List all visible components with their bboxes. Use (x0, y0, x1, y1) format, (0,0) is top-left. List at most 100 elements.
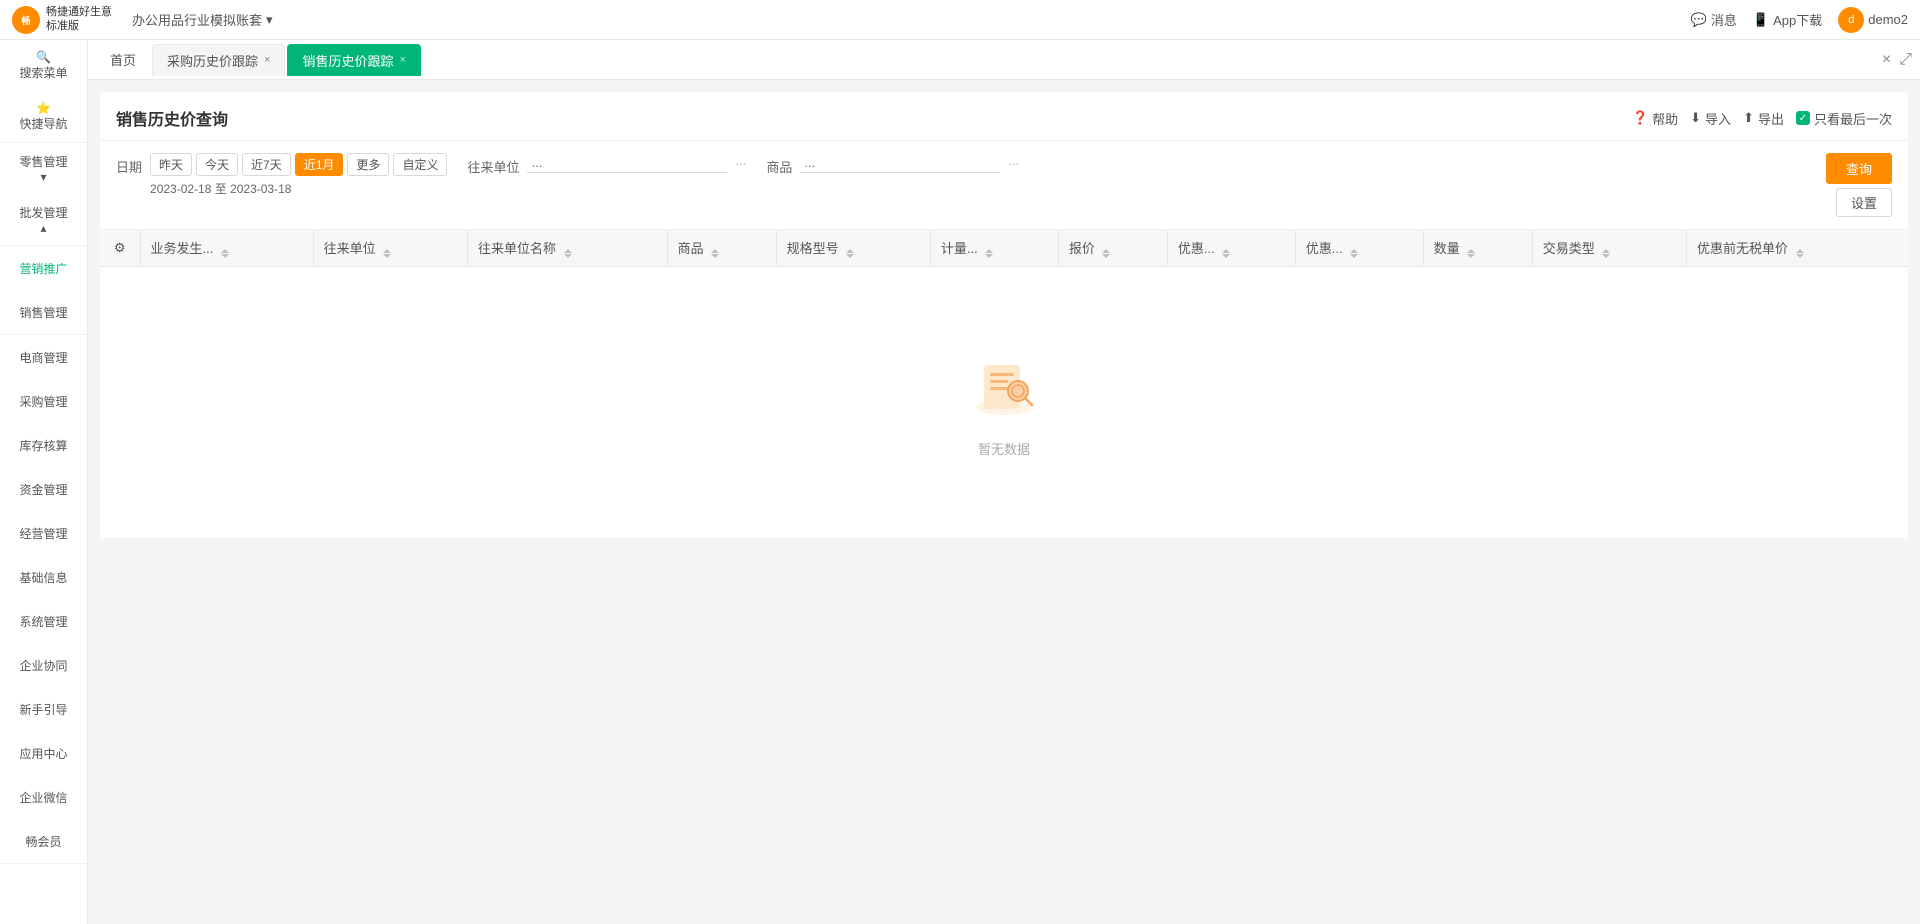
th-discount1[interactable]: 优惠... (1167, 230, 1295, 267)
th-trade-type[interactable]: 交易类型 (1532, 230, 1686, 267)
sidebar-item-finance[interactable]: 资金管理 (0, 467, 87, 511)
th-partner[interactable]: 往来单位 (313, 230, 467, 267)
page-content: 销售历史价查询 ❓ 帮助 ⬇ 导入 ⬆ 导出 (88, 80, 1920, 924)
partner-filter-label: 往来单位 (467, 153, 519, 176)
sort-down-icon (1796, 254, 1804, 258)
th-partner-name-label: 往来单位名称 (478, 241, 556, 256)
sidebar-item-label: 新手引导 (19, 701, 67, 718)
sidebar-item-label: 销售管理 (19, 304, 67, 321)
only-last-toggle[interactable]: 只看最后一次 (1796, 109, 1892, 128)
sidebar-item-purchase[interactable]: 采购管理 (0, 379, 87, 423)
app-download-button[interactable]: 📱 App下载 (1753, 10, 1822, 29)
export-icon: ⬆ (1743, 110, 1754, 126)
tab-bar: 首页 采购历史价跟踪 × 销售历史价跟踪 × × ⤢ (88, 40, 1920, 80)
sidebar-item-apps[interactable]: 应用中心 (0, 731, 87, 775)
date-btn-yesterday[interactable]: 昨天 (150, 153, 192, 176)
expand-button[interactable]: ⤢ (1899, 51, 1912, 69)
tab-close-purchase[interactable]: × (264, 54, 270, 66)
sidebar-item-wechat[interactable]: 企业微信 (0, 775, 87, 819)
main-container: 🔍 搜索菜单 ⭐ 快捷导航 零售管理 ▾ 批发管理 ▴ 营销推广 销售管理 (0, 40, 1920, 924)
query-button[interactable]: 查询 (1826, 153, 1892, 184)
tab-home[interactable]: 首页 (96, 44, 150, 76)
sidebar-item-newuser[interactable]: 新手引导 (0, 687, 87, 731)
sidebar-item-shortcut[interactable]: ⭐ 快捷导航 (0, 91, 87, 142)
date-btn-more[interactable]: 更多 (347, 153, 389, 176)
th-no-tax-price-label: 优惠前无税单价 (1697, 241, 1788, 256)
partner-input[interactable] (527, 153, 727, 173)
sort-arrows-discount1 (1222, 249, 1230, 258)
sidebar-item-system[interactable]: 系统管理 (0, 599, 87, 643)
th-price[interactable]: 报价 (1058, 230, 1167, 267)
th-quantity-label: 数量 (1434, 241, 1460, 256)
sidebar-item-marketing[interactable]: 营销推广 (0, 246, 87, 290)
sidebar-item-ecommerce[interactable]: 电商管理 (0, 335, 87, 379)
table-header: ⚙ 业务发生... 往来单位 (100, 230, 1908, 267)
sidebar-item-label: 快捷导航 (19, 115, 67, 132)
settings-button[interactable]: 设置 (1836, 188, 1892, 217)
empty-text: 暂无数据 (978, 439, 1030, 458)
th-discount2[interactable]: 优惠... (1295, 230, 1423, 267)
th-biz-date-label: 业务发生... (151, 241, 214, 256)
th-goods-label: 商品 (678, 241, 704, 256)
sidebar-section-ecommerce: 电商管理 采购管理 库存核算 资金管理 经营管理 基础信息 系统管理 企业协同 (0, 335, 87, 864)
sidebar-section-retail: 零售管理 ▾ 批发管理 ▴ (0, 143, 87, 246)
th-no-tax-price[interactable]: 优惠前无税单价 (1687, 230, 1908, 267)
sidebar-item-member[interactable]: 畅会员 (0, 819, 87, 863)
th-biz-date[interactable]: 业务发生... (140, 230, 313, 267)
help-button[interactable]: ❓ 帮助 (1632, 109, 1678, 128)
th-unit[interactable]: 计量... (930, 230, 1058, 267)
tab-close-sales[interactable]: × (399, 54, 405, 66)
sidebar-section-wholesale-sub: 营销推广 销售管理 (0, 246, 87, 335)
th-price-label: 报价 (1069, 241, 1095, 256)
sort-up-icon (711, 249, 719, 253)
import-button[interactable]: ⬇ 导入 (1690, 109, 1731, 128)
settings-icon[interactable]: ⚙ (114, 240, 126, 255)
th-goods[interactable]: 商品 (667, 230, 776, 267)
tab-purchase-history[interactable]: 采购历史价跟踪 × (152, 44, 285, 76)
top-bar-right: 💬 消息 📱 App下载 d demo2 (1691, 7, 1908, 33)
th-partner-label: 往来单位 (324, 241, 376, 256)
user-menu[interactable]: d demo2 (1838, 7, 1908, 33)
sidebar-item-operation[interactable]: 经营管理 (0, 511, 87, 555)
th-settings[interactable]: ⚙ (100, 230, 140, 267)
sort-up-icon (846, 249, 854, 253)
chevron-down-icon: ▾ (266, 12, 273, 28)
sidebar-item-label: 应用中心 (19, 745, 67, 762)
sidebar-item-label: 批发管理 (19, 204, 67, 221)
date-btn-custom[interactable]: 自定义 (393, 153, 447, 176)
sort-up-icon (1102, 249, 1110, 253)
th-quantity[interactable]: 数量 (1423, 230, 1532, 267)
sort-up-icon (383, 249, 391, 253)
date-btn-today[interactable]: 今天 (196, 153, 238, 176)
close-tab-button[interactable]: × (1882, 51, 1891, 69)
table-container: ⚙ 业务发生... 往来单位 (100, 230, 1908, 538)
th-partner-name[interactable]: 往来单位名称 (467, 230, 667, 267)
sort-down-icon (221, 254, 229, 258)
th-spec[interactable]: 规格型号 (776, 230, 930, 267)
sidebar-item-sales[interactable]: 销售管理 (0, 290, 87, 334)
sort-up-icon (564, 249, 572, 253)
filter-bar: 日期 昨天 今天 近7天 近1月 更多 自定义 2023-02-18 至 202… (100, 141, 1908, 230)
date-btn-last7[interactable]: 近7天 (242, 153, 291, 176)
sidebar-item-label: 畅会员 (25, 833, 61, 850)
goods-input[interactable] (800, 153, 1000, 173)
date-btn-last1m[interactable]: 近1月 (295, 153, 344, 176)
sort-up-icon (1222, 249, 1230, 253)
tab-sales-history[interactable]: 销售历史价跟踪 × (287, 44, 420, 76)
sidebar-item-wholesale[interactable]: 批发管理 ▴ (0, 194, 87, 245)
sidebar-item-retail[interactable]: 零售管理 ▾ (0, 143, 87, 194)
message-button[interactable]: 💬 消息 (1691, 10, 1737, 29)
sidebar-item-search[interactable]: 🔍 搜索菜单 (0, 40, 87, 91)
content-area: 首页 采购历史价跟踪 × 销售历史价跟踪 × × ⤢ 销售历史价查询 (88, 40, 1920, 924)
sidebar-item-enterprise[interactable]: 企业协同 (0, 643, 87, 687)
account-selector[interactable]: 办公用品行业模拟账套 ▾ (132, 10, 273, 29)
sidebar-item-label: 企业微信 (19, 789, 67, 806)
filter-actions: 查询 设置 (1826, 153, 1892, 217)
sort-arrows-no-tax (1796, 249, 1804, 258)
only-last-checkbox[interactable] (1796, 111, 1810, 125)
tab-sales-history-label: 销售历史价跟踪 (302, 51, 393, 70)
page-header: 销售历史价查询 ❓ 帮助 ⬇ 导入 ⬆ 导出 (100, 92, 1908, 141)
sidebar-item-basic[interactable]: 基础信息 (0, 555, 87, 599)
export-button[interactable]: ⬆ 导出 (1743, 109, 1784, 128)
sidebar-item-inventory[interactable]: 库存核算 (0, 423, 87, 467)
